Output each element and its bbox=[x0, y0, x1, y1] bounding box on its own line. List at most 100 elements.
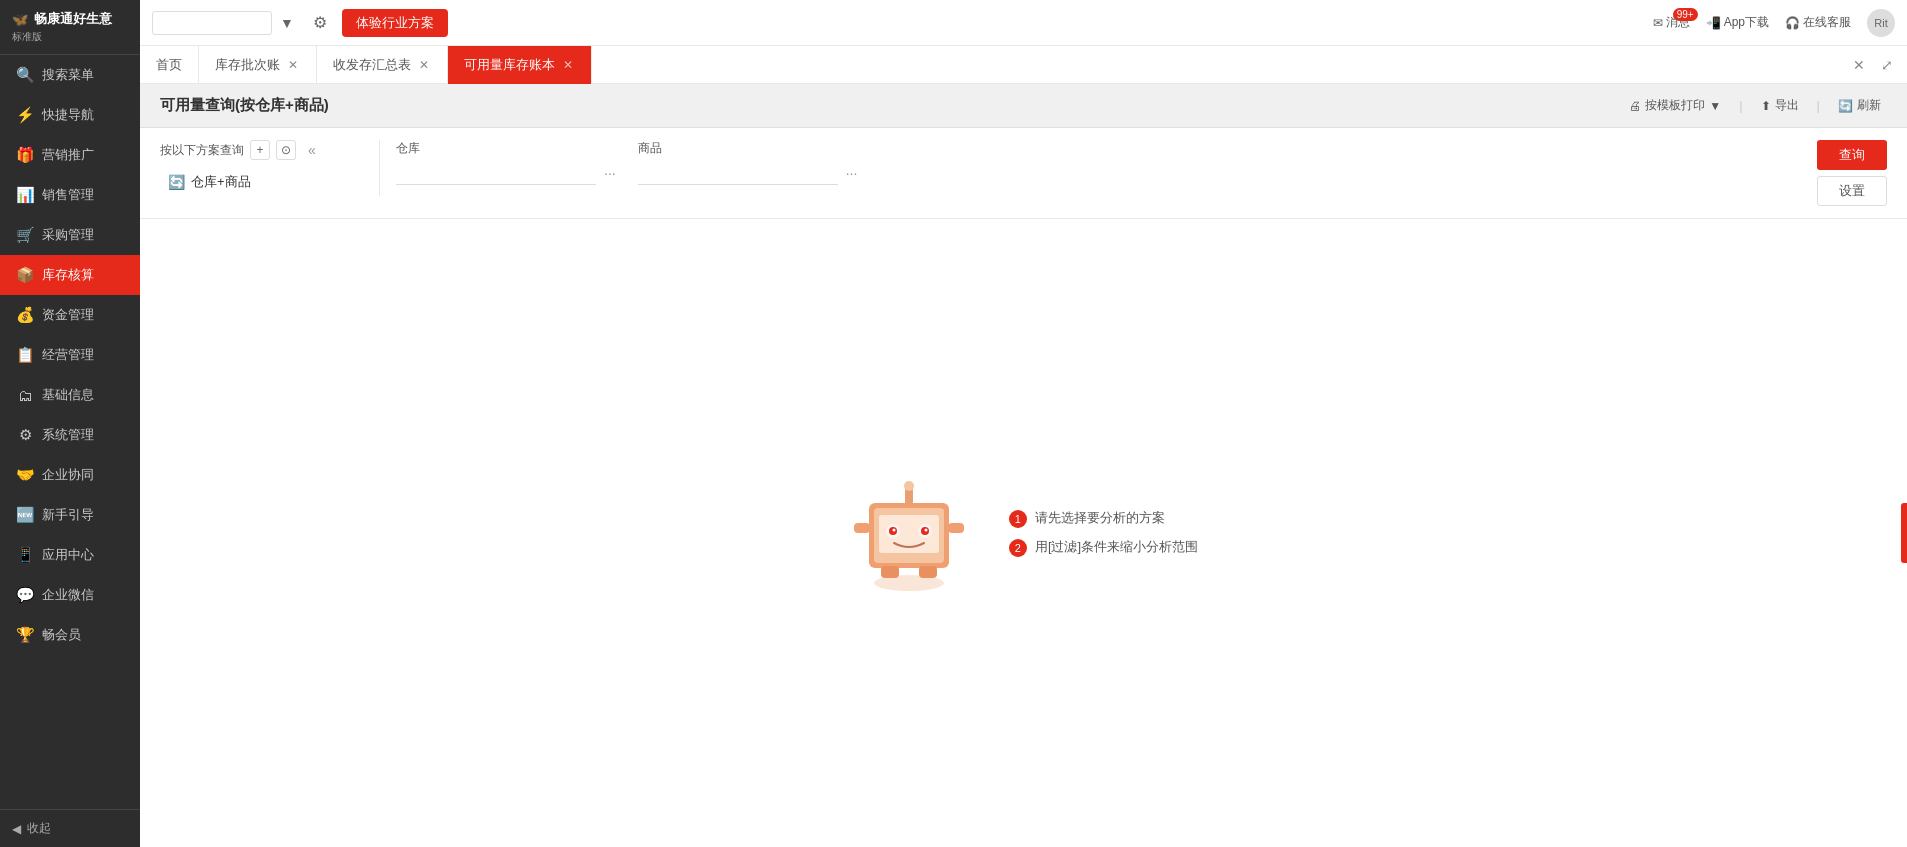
sidebar-item-member[interactable]: 🏆 畅会员 bbox=[0, 615, 140, 655]
headset-icon: 🎧 bbox=[1785, 16, 1800, 30]
online-service-button[interactable]: 🎧 在线客服 bbox=[1785, 14, 1851, 31]
enterprise-icon: 🤝 bbox=[16, 466, 34, 484]
close-window-button[interactable]: ✕ bbox=[1847, 53, 1871, 77]
filter-warehouse-input[interactable] bbox=[396, 161, 596, 185]
search-input[interactable] bbox=[152, 11, 272, 35]
sidebar-item-sales[interactable]: 📊 销售管理 bbox=[0, 175, 140, 215]
settings-gear-button[interactable]: ⚙ bbox=[306, 9, 334, 37]
scheme-add-button[interactable]: + bbox=[250, 140, 270, 160]
topbar-right-area: ✉ 消息 99+ 📲 App下载 🎧 在线客服 Rit bbox=[1653, 9, 1895, 37]
sidebar-item-basic[interactable]: 🗂 基础信息 bbox=[0, 375, 140, 415]
search-button[interactable]: ▼ bbox=[276, 12, 298, 34]
page-settings-button[interactable]: 设置 bbox=[1817, 176, 1887, 206]
page-actions: 🖨 按模板打印 ▼ | ⬆ 导出 | 🔄 刷新 bbox=[1623, 94, 1887, 117]
sidebar-item-wechat[interactable]: 💬 企业微信 bbox=[0, 575, 140, 615]
sidebar-footer[interactable]: ◀ 收起 bbox=[0, 809, 140, 847]
print-button[interactable]: 🖨 按模板打印 ▼ bbox=[1623, 94, 1727, 117]
content-area: 1 请先选择要分析的方案 2 用[过滤]条件来缩小分析范围 bbox=[140, 219, 1907, 847]
scheme-item-label: 仓库+商品 bbox=[191, 173, 251, 191]
scheme-item-warehouse-goods[interactable]: 🔄 仓库+商品 bbox=[160, 168, 367, 196]
filter-goods-more-button[interactable]: ··· bbox=[844, 165, 860, 181]
sidebar-item-system[interactable]: ⚙ 系统管理 bbox=[0, 415, 140, 455]
appcenter-icon: 📱 bbox=[16, 546, 34, 564]
tab-batch-ledger-label: 库存批次账 bbox=[215, 56, 280, 74]
svg-rect-14 bbox=[881, 566, 899, 578]
search-icon: 🔍 bbox=[16, 66, 34, 84]
print-label: 按模板打印 bbox=[1645, 97, 1705, 114]
message-button[interactable]: ✉ 消息 99+ bbox=[1653, 14, 1690, 31]
tab-home[interactable]: 首页 bbox=[140, 46, 199, 84]
app-download-button[interactable]: 📲 App下载 bbox=[1706, 14, 1769, 31]
hint-text-1: 请先选择要分析的方案 bbox=[1035, 509, 1165, 527]
tab-recv-ledger-close[interactable]: ✕ bbox=[417, 58, 431, 72]
empty-robot-image bbox=[849, 473, 969, 593]
export-icon: ⬆ bbox=[1761, 99, 1771, 113]
query-button[interactable]: 查询 bbox=[1817, 140, 1887, 170]
sidebar-item-appcenter[interactable]: 📱 应用中心 bbox=[0, 535, 140, 575]
print-dropdown-icon: ▼ bbox=[1709, 99, 1721, 113]
message-badge: 99+ bbox=[1673, 8, 1698, 21]
svg-rect-13 bbox=[948, 523, 964, 533]
filter-area: 仓库 ··· 商品 ··· bbox=[380, 140, 1817, 185]
svg-rect-15 bbox=[919, 566, 937, 578]
sidebar-item-operation[interactable]: 📋 经营管理 bbox=[0, 335, 140, 375]
sidebar-label-finance: 资金管理 bbox=[42, 306, 94, 324]
scheme-collapse-button[interactable]: « bbox=[302, 140, 322, 160]
scheme-header: 按以下方案查询 + ⊙ « bbox=[160, 140, 367, 160]
sidebar-item-shortcut[interactable]: ⚡ 快捷导航 bbox=[0, 95, 140, 135]
tab-batch-ledger-close[interactable]: ✕ bbox=[286, 58, 300, 72]
sidebar-label-operation: 经营管理 bbox=[42, 346, 94, 364]
sidebar-item-purchase[interactable]: 🛒 采购管理 bbox=[0, 215, 140, 255]
action-separator-1: | bbox=[1739, 98, 1742, 113]
sidebar-footer-label: 收起 bbox=[27, 820, 51, 837]
refresh-button[interactable]: 🔄 刷新 bbox=[1832, 94, 1887, 117]
scheme-settings-button[interactable]: ⊙ bbox=[276, 140, 296, 160]
message-icon: ✉ bbox=[1653, 16, 1663, 30]
tab-available-qty-close[interactable]: ✕ bbox=[561, 58, 575, 72]
tab-available-qty[interactable]: 可用量库存账本 ✕ bbox=[448, 46, 592, 84]
svg-point-9 bbox=[924, 529, 927, 532]
tab-batch-ledger[interactable]: 库存批次账 ✕ bbox=[199, 46, 317, 84]
sidebar-item-newguide[interactable]: 🆕 新手引导 bbox=[0, 495, 140, 535]
trial-industry-button[interactable]: 体验行业方案 bbox=[342, 9, 448, 37]
sidebar-label-system: 系统管理 bbox=[42, 426, 94, 444]
hint-item-2: 2 用[过滤]条件来缩小分析范围 bbox=[1009, 538, 1198, 557]
system-icon: ⚙ bbox=[16, 426, 34, 444]
sidebar-item-marketing[interactable]: 🎁 营销推广 bbox=[0, 135, 140, 175]
user-menu-button[interactable]: Rit bbox=[1867, 9, 1895, 37]
sidebar-item-search[interactable]: 🔍 搜索菜单 bbox=[0, 55, 140, 95]
finance-icon: 💰 bbox=[16, 306, 34, 324]
member-icon: 🏆 bbox=[16, 626, 34, 644]
sidebar-label-purchase: 采购管理 bbox=[42, 226, 94, 244]
action-separator-2: | bbox=[1817, 98, 1820, 113]
hint-num-2: 2 bbox=[1009, 539, 1027, 557]
tab-recv-ledger-label: 收发存汇总表 bbox=[333, 56, 411, 74]
sidebar-label-enterprise: 企业协同 bbox=[42, 466, 94, 484]
inventory-icon: 📦 bbox=[16, 266, 34, 284]
tabbar: 首页 库存批次账 ✕ 收发存汇总表 ✕ 可用量库存账本 ✕ ✕ ⤢ bbox=[140, 46, 1907, 84]
svg-rect-12 bbox=[854, 523, 870, 533]
refresh-label: 刷新 bbox=[1857, 97, 1881, 114]
filter-warehouse-more-button[interactable]: ··· bbox=[602, 165, 618, 181]
wechat-icon: 💬 bbox=[16, 586, 34, 604]
sidebar-item-enterprise[interactable]: 🤝 企业协同 bbox=[0, 455, 140, 495]
sales-icon: 📊 bbox=[16, 186, 34, 204]
newguide-icon: 🆕 bbox=[16, 506, 34, 524]
sidebar-label-sales: 销售管理 bbox=[42, 186, 94, 204]
export-label: 导出 bbox=[1775, 97, 1799, 114]
online-service-label: 在线客服 bbox=[1803, 14, 1851, 31]
topbar: ▼ ⚙ 体验行业方案 ✉ 消息 99+ 📲 App下载 🎧 在线客服 Rit bbox=[140, 0, 1907, 46]
brand-icon: 🦋 bbox=[12, 12, 28, 27]
filter-goods-input[interactable] bbox=[638, 161, 838, 185]
shortcut-icon: ⚡ bbox=[16, 106, 34, 124]
sidebar-item-finance[interactable]: 💰 资金管理 bbox=[0, 295, 140, 335]
export-button[interactable]: ⬆ 导出 bbox=[1755, 94, 1805, 117]
svg-point-8 bbox=[892, 529, 895, 532]
app-download-label: App下载 bbox=[1724, 14, 1769, 31]
tab-recv-ledger[interactable]: 收发存汇总表 ✕ bbox=[317, 46, 448, 84]
sidebar-item-inventory[interactable]: 📦 库存核算 bbox=[0, 255, 140, 295]
marketing-icon: 🎁 bbox=[16, 146, 34, 164]
filter-warehouse: 仓库 ··· bbox=[396, 140, 618, 185]
expand-window-button[interactable]: ⤢ bbox=[1875, 53, 1899, 77]
sidebar-label-basic: 基础信息 bbox=[42, 386, 94, 404]
